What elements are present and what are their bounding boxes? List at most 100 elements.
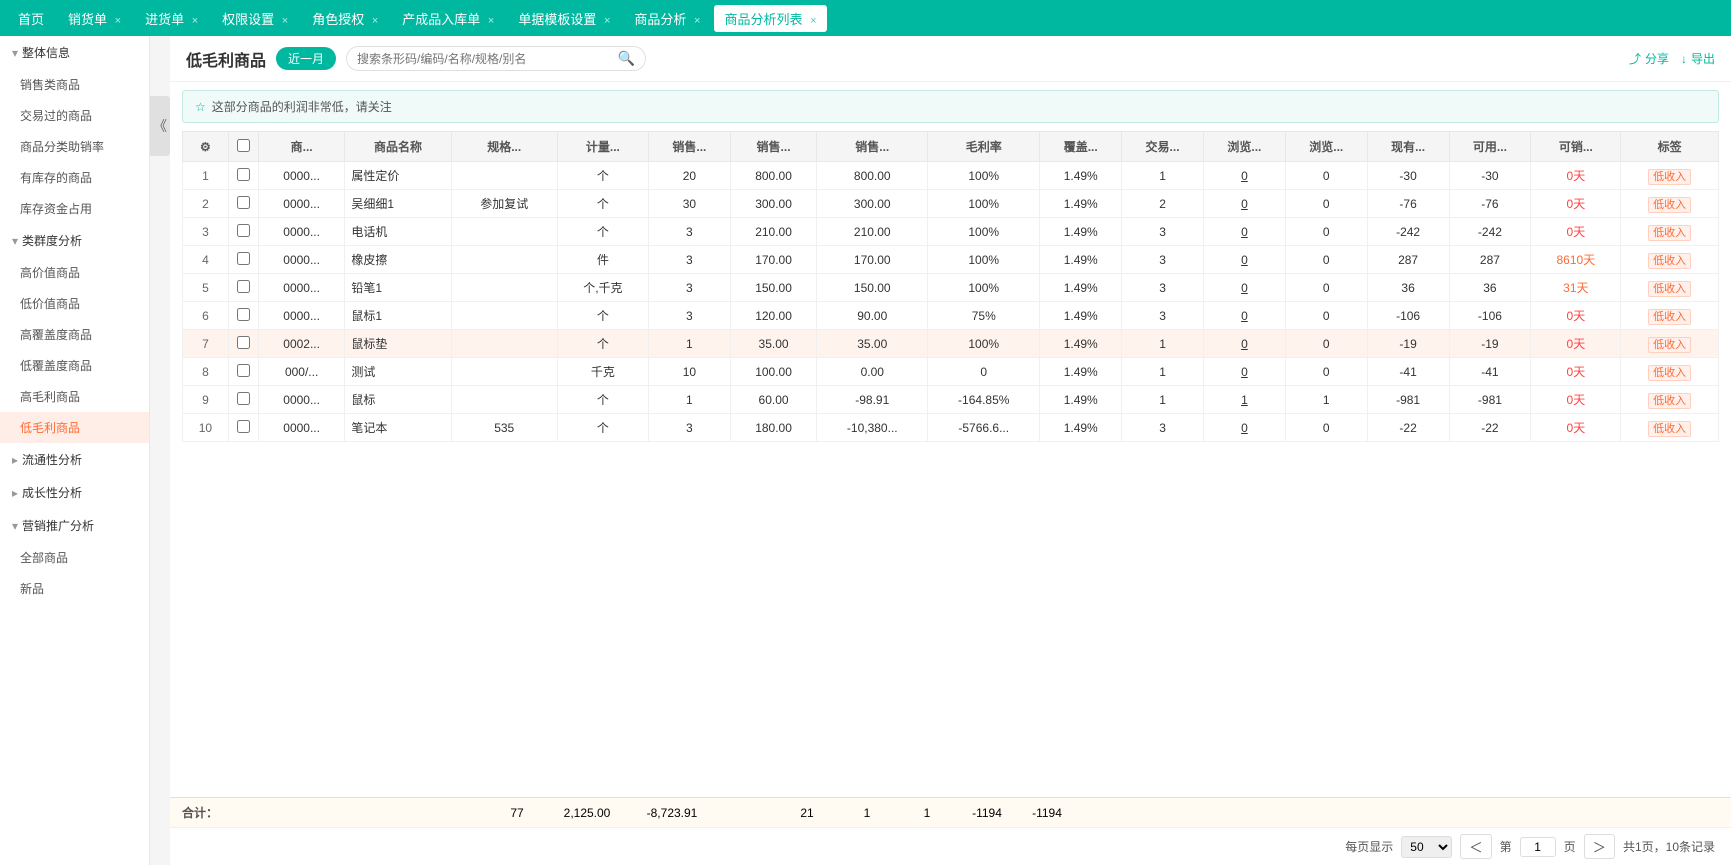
search-icon[interactable]: 🔍 — [618, 50, 635, 67]
row-browse1[interactable]: 0 — [1203, 330, 1285, 358]
row-checkbox[interactable] — [228, 330, 258, 358]
nav-template[interactable]: 单据模板设置 × — [508, 5, 620, 32]
page-number-input[interactable] — [1520, 837, 1556, 857]
sidebar-item-new-products[interactable]: 新品 — [0, 573, 149, 604]
row-browse1[interactable]: 0 — [1203, 246, 1285, 274]
row-checkbox[interactable] — [228, 162, 258, 190]
nav-purchase-close[interactable]: × — [192, 15, 198, 27]
nav-products[interactable]: 产成品入库单 × — [392, 5, 504, 32]
nav-sales-close[interactable]: × — [115, 15, 121, 27]
period-btn[interactable]: 近一月 — [276, 47, 336, 70]
nav-analysis-list[interactable]: 商品分析列表 × — [714, 5, 826, 32]
sidebar-item-high-coverage[interactable]: 高覆盖度商品 — [0, 319, 149, 350]
nav-analysis-list-close[interactable]: × — [810, 15, 816, 27]
row-name: 笔记本 — [345, 414, 451, 442]
row-stock: -41 — [1367, 358, 1449, 386]
row-checkbox[interactable] — [228, 358, 258, 386]
row-no: 9 — [183, 386, 229, 414]
row-checkbox[interactable] — [228, 386, 258, 414]
total-label: 合计： — [182, 804, 237, 821]
nav-purchase[interactable]: 进货单 × — [135, 5, 208, 32]
row-no: 8 — [183, 358, 229, 386]
row-checkbox[interactable] — [228, 414, 258, 442]
nav-permissions-close[interactable]: × — [282, 15, 288, 27]
col-browse2[interactable]: 浏览... — [1285, 132, 1367, 162]
col-settings[interactable]: ⚙ — [183, 132, 229, 162]
search-input[interactable] — [357, 52, 612, 66]
prev-page-btn[interactable]: ＜ — [1460, 834, 1491, 859]
row-checkbox[interactable] — [228, 274, 258, 302]
sidebar-item-category-rate[interactable]: 商品分类助销率 — [0, 131, 149, 162]
nav-analysis[interactable]: 商品分析 × — [624, 5, 710, 32]
row-spec — [451, 274, 557, 302]
sidebar-group-cluster[interactable]: ▾ 类群度分析 — [0, 224, 149, 257]
nav-permissions[interactable]: 权限设置 × — [212, 5, 298, 32]
sidebar-item-low-coverage[interactable]: 低覆盖度商品 — [0, 350, 149, 381]
col-name[interactable]: 商品名称 — [345, 132, 451, 162]
sidebar-item-all-products[interactable]: 全部商品 — [0, 542, 149, 573]
row-salable: 0天 — [1531, 162, 1621, 190]
sidebar-item-high-value[interactable]: 高价值商品 — [0, 257, 149, 288]
sidebar-group-marketing[interactable]: ▾ 营销推广分析 — [0, 509, 149, 542]
sidebar-item-low-margin[interactable]: 低毛利商品 — [0, 412, 149, 443]
nav-home[interactable]: 首页 — [8, 5, 54, 32]
col-coverage[interactable]: 覆盖... — [1040, 132, 1122, 162]
row-browse1[interactable]: 0 — [1203, 414, 1285, 442]
sidebar-group-flow[interactable]: ▸ 流通性分析 — [0, 443, 149, 476]
row-browse1[interactable]: 0 — [1203, 302, 1285, 330]
row-checkbox[interactable] — [228, 246, 258, 274]
next-page-btn[interactable]: ＞ — [1584, 834, 1615, 859]
col-browse1[interactable]: 浏览... — [1203, 132, 1285, 162]
col-unit[interactable]: 计量... — [557, 132, 648, 162]
col-gross[interactable]: 毛利率 — [928, 132, 1040, 162]
col-code[interactable]: 商... — [258, 132, 345, 162]
row-browse1[interactable]: 0 — [1203, 358, 1285, 386]
table-container[interactable]: ⚙ 商... 商品名称 规格... 计量... 销售... 销售... 销售..… — [170, 131, 1731, 797]
col-price[interactable]: 销售... — [730, 132, 817, 162]
per-page-select[interactable]: 50 20 100 — [1401, 836, 1452, 858]
col-stock[interactable]: 现有... — [1367, 132, 1449, 162]
nav-products-close[interactable]: × — [488, 15, 494, 27]
nav-analysis-close[interactable]: × — [694, 15, 700, 27]
row-browse1[interactable]: 0 — [1203, 218, 1285, 246]
sidebar-collapse-btn[interactable]: 《 — [150, 96, 170, 156]
row-browse1[interactable]: 0 — [1203, 162, 1285, 190]
sidebar-group-growth[interactable]: ▸ 成长性分析 — [0, 476, 149, 509]
col-avail[interactable]: 可用... — [1449, 132, 1531, 162]
sidebar-item-sales-products[interactable]: 销售类商品 — [0, 69, 149, 100]
row-checkbox[interactable] — [228, 218, 258, 246]
sidebar-item-low-value[interactable]: 低价值商品 — [0, 288, 149, 319]
row-avail: -981 — [1449, 386, 1531, 414]
col-spec[interactable]: 规格... — [451, 132, 557, 162]
col-tag[interactable]: 标签 — [1621, 132, 1719, 162]
nav-roles[interactable]: 角色授权 × — [302, 5, 388, 32]
nav-roles-close[interactable]: × — [372, 15, 378, 27]
search-box[interactable]: 🔍 — [346, 46, 646, 71]
row-checkbox[interactable] — [228, 190, 258, 218]
sidebar-item-capital[interactable]: 库存资金占用 — [0, 193, 149, 224]
row-qty: 1 — [648, 330, 730, 358]
sidebar-item-in-stock[interactable]: 有库存的商品 — [0, 162, 149, 193]
row-browse1[interactable]: 1 — [1203, 386, 1285, 414]
share-btn[interactable]: ⤴ 分享 — [1629, 50, 1669, 67]
export-btn[interactable]: ↓ 导出 — [1681, 50, 1715, 67]
row-avail: -41 — [1449, 358, 1531, 386]
row-browse1[interactable]: 0 — [1203, 190, 1285, 218]
row-profit: 100% — [928, 246, 1040, 274]
row-browse1[interactable]: 0 — [1203, 274, 1285, 302]
total-sales: -8,723.91 — [627, 806, 717, 820]
col-salable[interactable]: 可销... — [1531, 132, 1621, 162]
col-checkbox[interactable] — [228, 132, 258, 162]
select-all-checkbox[interactable] — [237, 139, 250, 152]
col-qty[interactable]: 销售... — [648, 132, 730, 162]
col-profit[interactable]: 销售... — [817, 132, 928, 162]
row-qty: 3 — [648, 246, 730, 274]
col-trade[interactable]: 交易... — [1122, 132, 1204, 162]
sidebar-item-high-margin[interactable]: 高毛利商品 — [0, 381, 149, 412]
sidebar-item-traded[interactable]: 交易过的商品 — [0, 100, 149, 131]
sidebar-group-overall[interactable]: ▾ 整体信息 — [0, 36, 149, 69]
row-browse2: 0 — [1285, 274, 1367, 302]
nav-template-close[interactable]: × — [604, 15, 610, 27]
row-checkbox[interactable] — [228, 302, 258, 330]
nav-sales[interactable]: 销货单 × — [58, 5, 131, 32]
